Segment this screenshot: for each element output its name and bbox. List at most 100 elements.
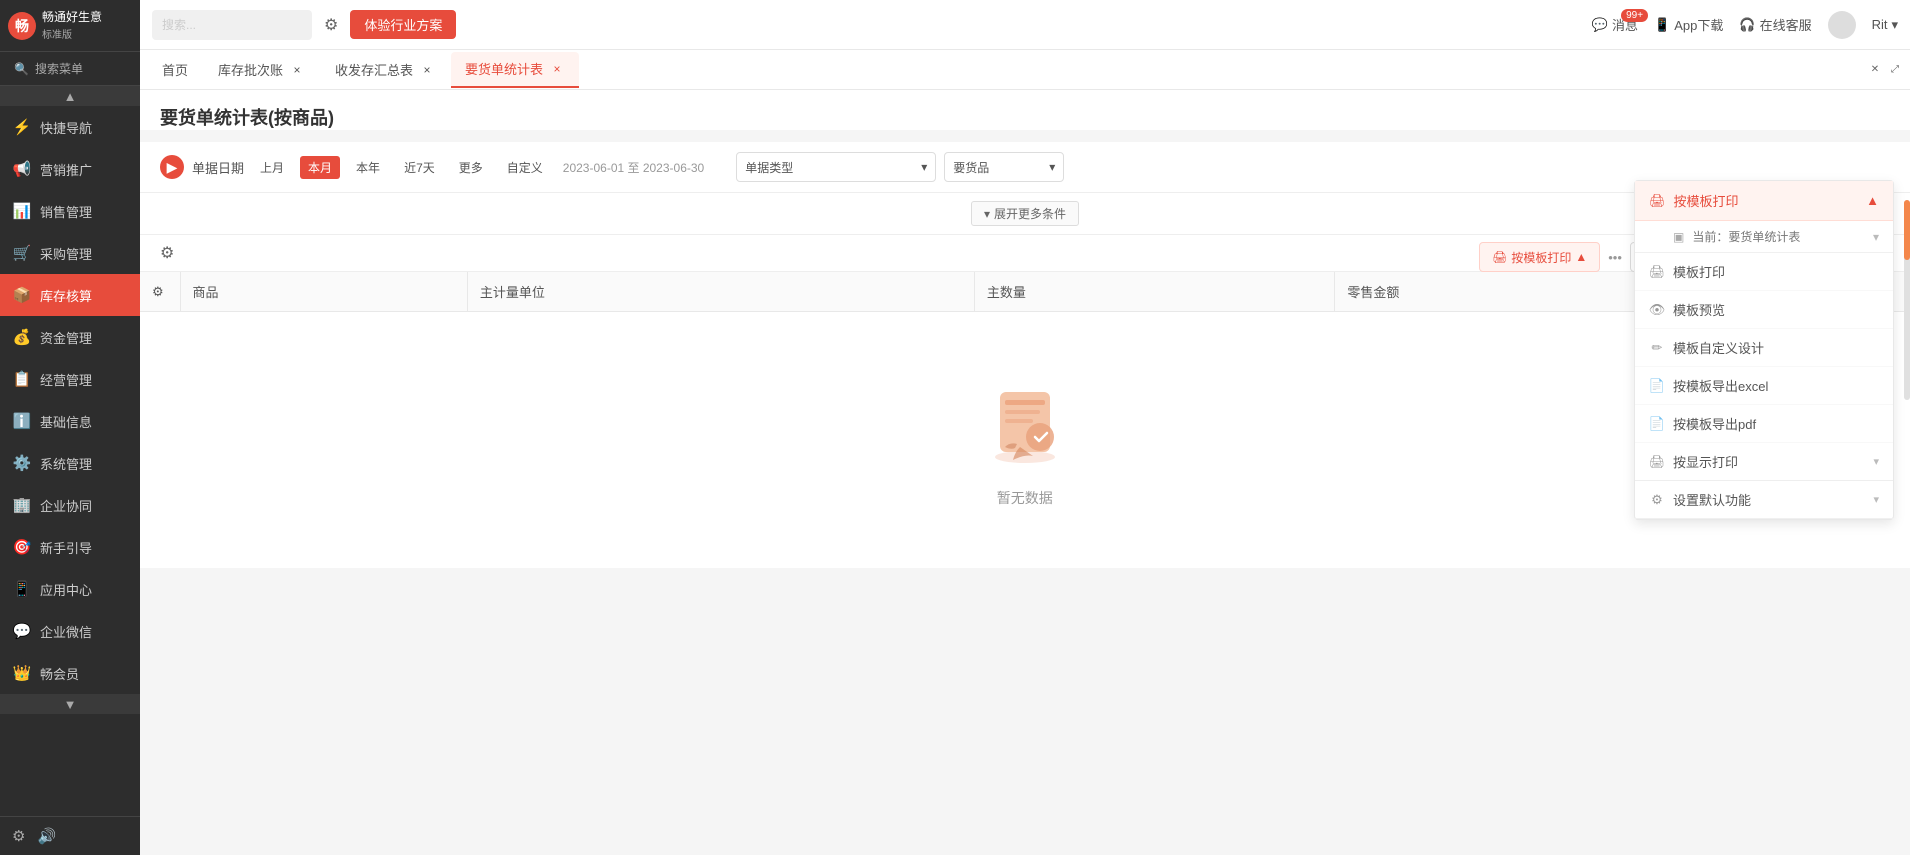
tab-home[interactable]: 首页 [148,52,202,88]
default-fn-label: 设置默认功能 [1673,490,1751,509]
date-btn-current-month[interactable]: 本月 [300,156,340,179]
excel-icon: 📄 [1649,378,1665,394]
tab-home-label: 首页 [162,60,188,79]
marketing-icon: 📢 [12,159,32,179]
dropdown-template-custom[interactable]: ✏ 模板自定义设计 [1635,329,1893,367]
sidebar-item-app[interactable]: 📱 应用中心 [0,568,140,610]
col-unit: 主计量单位 [467,272,974,312]
scrollbar-thumb[interactable] [1904,200,1910,260]
scrollbar-track [1904,200,1910,400]
dropdown-template-pdf[interactable]: 📄 按模板导出pdf [1635,405,1893,443]
toolbar-gear-icon[interactable]: ⚙ [160,243,174,263]
system-icon: ⚙️ [12,453,32,473]
sidebar-item-label: 畅会员 [40,664,79,683]
order-type-select[interactable]: 单据类型 ▾ [736,152,936,182]
col-product: 商品 [180,272,467,312]
basic-icon: ℹ️ [12,411,32,431]
username-label[interactable]: Rit ▾ [1872,17,1898,33]
topbar-gear-icon[interactable]: ⚙ [320,11,342,39]
printer-icon: 🖨 [1649,193,1666,209]
dropdown-default-fn[interactable]: ⚙ 设置默认功能 ▾ [1635,481,1893,519]
messages-btn[interactable]: 💬 消息 99+ [1592,15,1638,34]
sidebar-item-quick-nav[interactable]: ⚡ 快捷导航 [0,106,140,148]
dropdown-current-label[interactable]: ▣ 当前：要货单统计表 ▾ [1635,221,1893,253]
dropdown-template-excel[interactable]: 📄 按模板导出excel [1635,367,1893,405]
sidebar-item-sales[interactable]: 📊 销售管理 [0,190,140,232]
category-label: 要货品 [953,159,989,176]
footer-sound-icon[interactable]: 🔊 [37,827,56,845]
sidebar-item-purchase[interactable]: 🛒 采购管理 [0,232,140,274]
date-btn-current-year[interactable]: 本年 [348,156,388,179]
footer-settings-icon[interactable]: ⚙ [12,827,25,845]
online-service-btn[interactable]: 🎧 在线客服 [1739,15,1811,34]
phone-icon: 📱 [1654,17,1670,33]
window-expand-btn[interactable]: ⤢ [1888,63,1902,77]
template-pdf-label: 按模板导出pdf [1673,414,1756,433]
dropdown-template-preview[interactable]: 👁 模板预览 [1635,291,1893,329]
app-icon: 📱 [12,579,32,599]
tab-batch-close[interactable]: × [289,62,305,78]
template-custom-label: 模板自定义设计 [1673,338,1764,357]
gear-icon: ⚙ [152,284,164,299]
sidebar-item-enterprise[interactable]: 🏢 企业协同 [0,484,140,526]
order-category-select[interactable]: 要货品 ▾ [944,152,1064,182]
logo-sub: 标准版 [42,26,102,41]
sidebar: 畅 畅通好生意 标准版 🔍 搜索菜单 ▲ ⚡ 快捷导航 📢 营销推广 📊 销售管… [0,0,140,855]
tab-collection-summary[interactable]: 收发存汇总表 × [321,52,449,88]
sidebar-item-guide[interactable]: 🎯 新手引导 [0,526,140,568]
sidebar-item-member[interactable]: 👑 畅会员 [0,652,140,694]
sidebar-item-basic[interactable]: ℹ️ 基础信息 [0,400,140,442]
user-avatar[interactable] [1828,11,1856,39]
print-btn[interactable]: 🖨 按模板打印 ▲ [1479,242,1600,272]
template-excel-label: 按模板导出excel [1673,376,1768,395]
topbar-search-placeholder: 搜索... [162,16,196,33]
sidebar-item-label: 经营管理 [40,370,92,389]
sidebar-item-label: 库存核算 [40,286,92,305]
date-btn-7days[interactable]: 近7天 [396,156,443,179]
sidebar-item-label: 基础信息 [40,412,92,431]
date-btn-custom[interactable]: 自定义 [499,156,551,179]
chevron-down-icon: ▾ [921,160,927,174]
window-close-btn[interactable]: ✕ [1868,63,1882,77]
chevron-down-icon: ▾ [1873,455,1879,468]
dropdown-display-print[interactable]: 🖨 按显示打印 ▾ [1635,443,1893,481]
window-buttons: ✕ ⤢ [1868,63,1902,77]
scroll-down-btn[interactable]: ▼ [0,694,140,714]
topbar-search-box[interactable]: 搜索... [152,10,312,40]
sidebar-item-operations[interactable]: 📋 经营管理 [0,358,140,400]
tab-order-close[interactable]: × [549,61,565,77]
sidebar-item-marketing[interactable]: 📢 营销推广 [0,148,140,190]
scroll-up-btn[interactable]: ▲ [0,86,140,106]
default-fn-icon: ⚙ [1649,492,1665,508]
app-download-btn[interactable]: 📱 App下载 [1654,15,1723,34]
chevron-right-icon: ▶ [167,159,178,176]
date-btn-prev-month[interactable]: 上月 [252,156,292,179]
filter-expand-toggle[interactable]: ▶ [160,155,184,179]
trial-button[interactable]: 体验行业方案 [350,10,456,39]
sidebar-item-finance[interactable]: 💰 资金管理 [0,316,140,358]
design-icon: ✏ [1649,340,1665,356]
sidebar-item-wechat[interactable]: 💬 企业微信 [0,610,140,652]
tab-collection-close[interactable]: × [419,62,435,78]
page-header: 要货单统计表(按商品) [140,90,1910,130]
sidebar-item-label: 系统管理 [40,454,92,473]
tab-order-stats[interactable]: 要货单统计表 × [451,52,579,88]
dropdown-template-print[interactable]: 🖨 模板打印 [1635,253,1893,291]
col-settings[interactable]: ⚙ [140,272,180,312]
sidebar-search[interactable]: 🔍 搜索菜单 [0,52,140,86]
sidebar-item-system[interactable]: ⚙️ 系统管理 [0,442,140,484]
online-service-label: 在线客服 [1760,15,1812,34]
inventory-icon: 📦 [12,285,32,305]
sidebar-nav: ▲ ⚡ 快捷导航 📢 营销推广 📊 销售管理 🛒 采购管理 📦 库存核算 💰 资… [0,86,140,816]
more-options-icon[interactable]: ••• [1608,250,1622,265]
tab-order-label: 要货单统计表 [465,59,543,78]
tab-collection-label: 收发存汇总表 [335,60,413,79]
template-preview-label: 模板预览 [1673,300,1725,319]
tab-batch-account[interactable]: 库存批次账 × [204,52,319,88]
dropdown-menu: 🖨 按模板打印 ▲ ▣ 当前：要货单统计表 ▾ 🖨 模板打印 👁 模板预览 [1634,180,1894,520]
sidebar-item-inventory[interactable]: 📦 库存核算 [0,274,140,316]
date-btn-more[interactable]: 更多 [451,156,491,179]
print-icon: 🖨 [1649,264,1665,280]
message-icon: 💬 [1592,17,1608,33]
expand-more-btn[interactable]: ▾ 展开更多条件 [971,201,1079,226]
